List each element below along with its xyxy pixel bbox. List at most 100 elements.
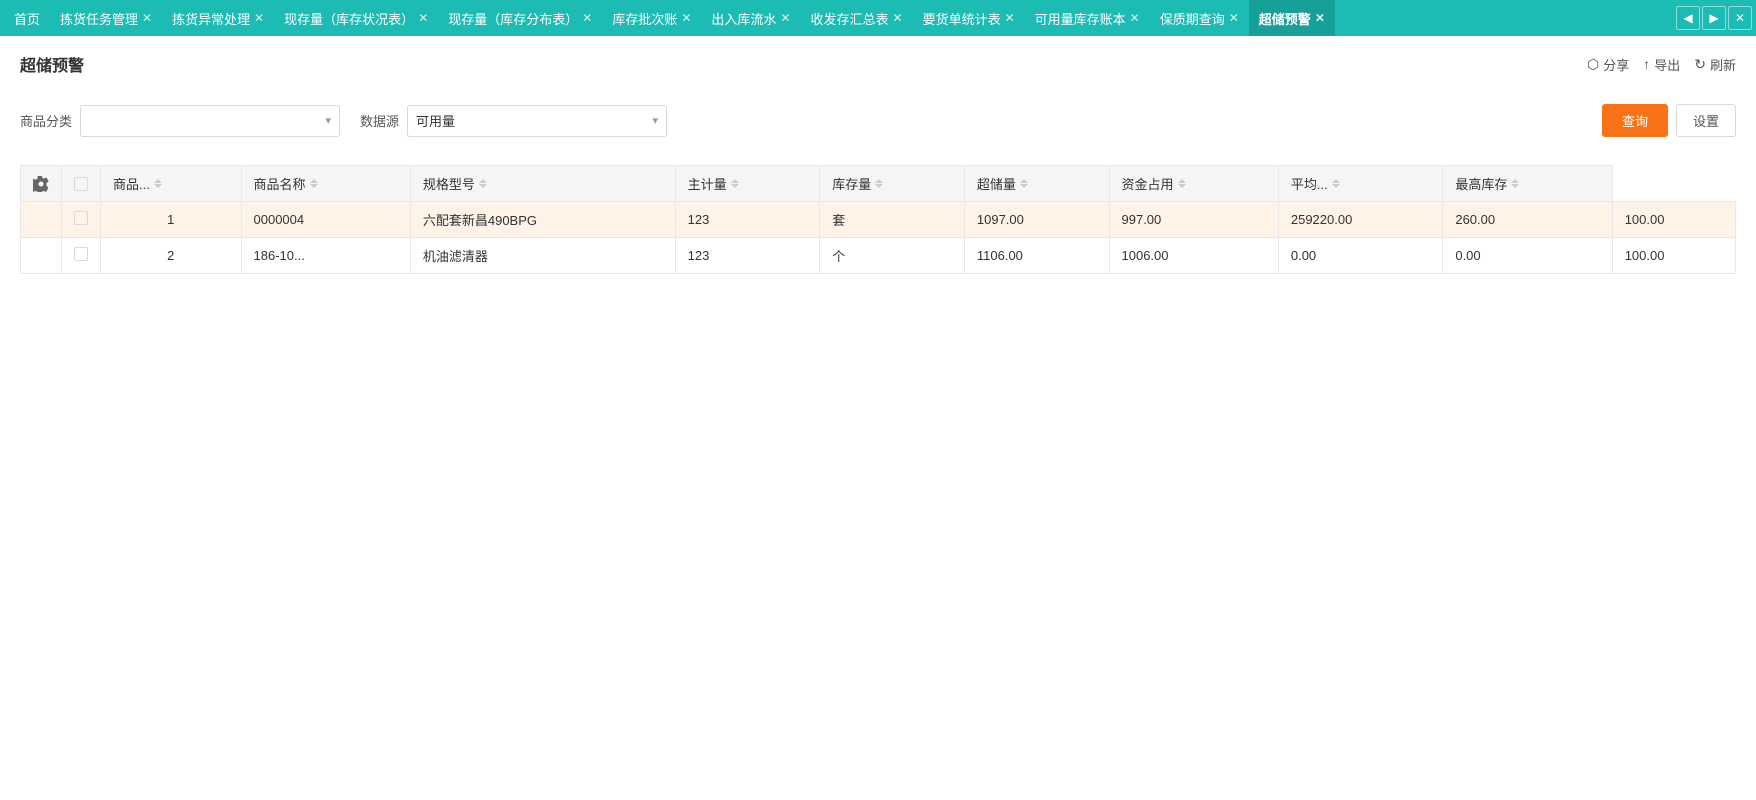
query-button[interactable]: 查询	[1602, 104, 1668, 137]
nav-close-quality-check[interactable]: ✕	[1229, 11, 1239, 25]
th-unit: 主计量	[675, 166, 820, 202]
header-actions: ⬡ 分享 ↑ 导出 ↻ 刷新	[1587, 55, 1736, 74]
row-gear-cell	[21, 238, 62, 274]
row-product-code: 186-10...	[241, 238, 410, 274]
row-spec: 123	[675, 238, 820, 274]
sort-icon-avg[interactable]	[1332, 179, 1340, 188]
nav-item-stock-status[interactable]: 现存量（库存状况表） ✕	[274, 0, 438, 36]
row-stock-qty: 1106.00	[964, 238, 1109, 274]
row-max-stock: 100.00	[1612, 238, 1735, 274]
sort-icon-spec[interactable]	[479, 179, 487, 188]
nav-item-stock-dist[interactable]: 现存量（库存分布表） ✕	[438, 0, 602, 36]
nav-item-order-stats[interactable]: 要货单统计表 ✕	[913, 0, 1025, 36]
nav-close-recv-summary[interactable]: ✕	[893, 11, 903, 25]
filter-actions: 查询 设置	[1602, 104, 1736, 137]
datasource-select[interactable]: 可用量 ▾	[407, 105, 667, 137]
row-capital: 0.00	[1278, 238, 1442, 274]
row-index: 1	[101, 202, 242, 238]
row-overstock-qty: 997.00	[1109, 202, 1278, 238]
row-overstock-qty: 1006.00	[1109, 238, 1278, 274]
filter-group-datasource: 数据源 可用量 ▾	[360, 105, 667, 137]
sort-icon-stock-qty[interactable]	[875, 179, 883, 188]
share-icon: ⬡	[1587, 56, 1599, 73]
th-checkbox	[62, 166, 101, 202]
row-product-name: 机油滤清器	[410, 238, 675, 274]
row-capital: 259220.00	[1278, 202, 1442, 238]
row-index: 2	[101, 238, 242, 274]
row-unit: 个	[820, 238, 965, 274]
page-header: 超储预警 ⬡ 分享 ↑ 导出 ↻ 刷新	[20, 52, 1736, 76]
sort-icon-unit[interactable]	[731, 179, 739, 188]
row-checkbox-cell	[62, 238, 101, 274]
datasource-arrow-icon: ▾	[653, 114, 659, 127]
th-product-code: 商品...	[101, 166, 242, 202]
settings-button[interactable]: 设置	[1676, 104, 1736, 137]
top-nav: 首页 拣货任务管理 ✕ 拣货异常处理 ✕ 现存量（库存状况表） ✕ 现存量（库存…	[0, 0, 1756, 36]
sort-icon-capital[interactable]	[1178, 179, 1186, 188]
nav-close-task-mgmt[interactable]: ✕	[142, 11, 152, 25]
refresh-button[interactable]: ↻ 刷新	[1694, 55, 1736, 74]
nav-item-home[interactable]: 首页	[4, 0, 50, 36]
page-title: 超储预警	[20, 52, 84, 76]
sort-icon-max-stock[interactable]	[1511, 179, 1519, 188]
row-avg: 260.00	[1443, 202, 1612, 238]
nav-item-stock-batch[interactable]: 库存批次账 ✕	[602, 0, 701, 36]
datasource-value: 可用量	[416, 111, 455, 130]
sort-icon-product-code[interactable]	[154, 179, 162, 188]
th-avg: 平均...	[1278, 166, 1442, 202]
category-select[interactable]: ▾	[80, 105, 340, 137]
row-checkbox-0[interactable]	[74, 211, 88, 225]
datasource-label: 数据源	[360, 111, 399, 130]
page-content: 超储预警 ⬡ 分享 ↑ 导出 ↻ 刷新 商品分类 ▾ 数据源	[0, 36, 1756, 290]
nav-close-stock-batch[interactable]: ✕	[681, 11, 691, 25]
nav-next-button[interactable]: ▶	[1702, 6, 1726, 30]
sort-icon-product-name[interactable]	[310, 179, 318, 188]
refresh-icon: ↻	[1694, 56, 1706, 73]
nav-item-recv-summary[interactable]: 收发存汇总表 ✕	[800, 0, 912, 36]
nav-item-avail-account[interactable]: 可用量库存账本 ✕	[1025, 0, 1150, 36]
th-overstock-qty: 超储量	[964, 166, 1109, 202]
gear-icon[interactable]	[33, 176, 49, 192]
table-header-row: 商品... 商品名称	[21, 166, 1736, 202]
nav-item-overstock-warning[interactable]: 超储预警 ✕	[1249, 0, 1335, 36]
nav-item-abnormal[interactable]: 拣货异常处理 ✕	[162, 0, 274, 36]
th-settings	[21, 166, 62, 202]
nav-close-avail-account[interactable]: ✕	[1130, 11, 1140, 25]
nav-arrows: ◀ ▶ ✕	[1676, 6, 1752, 30]
table-row: 2 186-10... 机油滤清器 123 个 1106.00 1006.00 …	[21, 238, 1736, 274]
data-table: 商品... 商品名称	[20, 165, 1736, 274]
export-button[interactable]: ↑ 导出	[1643, 55, 1680, 74]
share-button[interactable]: ⬡ 分享	[1587, 55, 1629, 74]
nav-close-stock-status[interactable]: ✕	[418, 11, 428, 25]
th-stock-qty: 库存量	[820, 166, 965, 202]
sort-icon-overstock-qty[interactable]	[1020, 179, 1028, 188]
row-stock-qty: 1097.00	[964, 202, 1109, 238]
nav-close-all-button[interactable]: ✕	[1728, 6, 1752, 30]
row-product-code: 0000004	[241, 202, 410, 238]
row-avg: 0.00	[1443, 238, 1612, 274]
row-gear-cell	[21, 202, 62, 238]
row-product-name: 六配套新昌490BPG	[410, 202, 675, 238]
export-icon: ↑	[1643, 56, 1650, 72]
row-unit: 套	[820, 202, 965, 238]
nav-close-order-stats[interactable]: ✕	[1005, 11, 1015, 25]
nav-close-abnormal[interactable]: ✕	[254, 11, 264, 25]
row-max-stock: 100.00	[1612, 202, 1735, 238]
filter-row: 商品分类 ▾ 数据源 可用量 ▾ 查询 设置	[20, 92, 1736, 149]
category-label: 商品分类	[20, 111, 72, 130]
nav-item-inout-flow[interactable]: 出入库流水 ✕	[701, 0, 800, 36]
nav-close-inout-flow[interactable]: ✕	[780, 11, 790, 25]
nav-item-quality-check[interactable]: 保质期查询 ✕	[1150, 0, 1249, 36]
nav-item-task-mgmt[interactable]: 拣货任务管理 ✕	[50, 0, 162, 36]
row-spec: 123	[675, 202, 820, 238]
th-spec: 规格型号	[410, 166, 675, 202]
nav-close-stock-dist[interactable]: ✕	[582, 11, 592, 25]
header-checkbox[interactable]	[74, 177, 88, 191]
th-max-stock: 最高库存	[1443, 166, 1612, 202]
nav-close-overstock-warning[interactable]: ✕	[1315, 11, 1325, 25]
th-capital: 资金占用	[1109, 166, 1278, 202]
table-row: 1 0000004 六配套新昌490BPG 123 套 1097.00 997.…	[21, 202, 1736, 238]
row-checkbox-1[interactable]	[74, 247, 88, 261]
th-product-name: 商品名称	[241, 166, 410, 202]
nav-prev-button[interactable]: ◀	[1676, 6, 1700, 30]
